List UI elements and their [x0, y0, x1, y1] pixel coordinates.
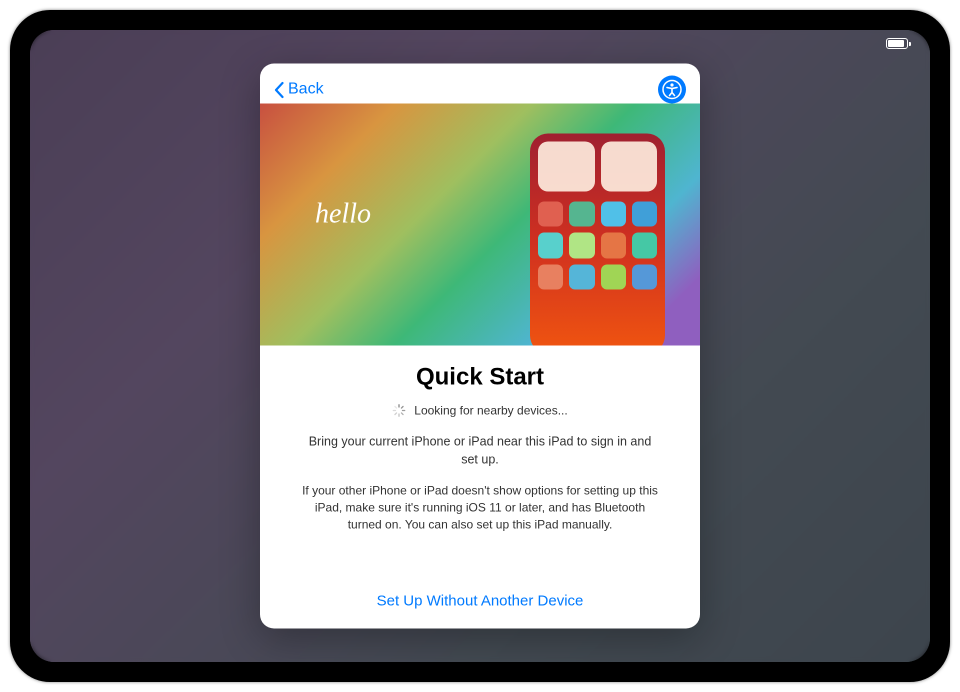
ipad-screen: Back hello — [30, 30, 930, 662]
hello-text: hello — [315, 199, 371, 231]
phone-widget — [601, 142, 658, 192]
phone-widget — [538, 142, 595, 192]
phone-app-grid — [538, 202, 657, 290]
info-text: If your other iPhone or iPad doesn't sho… — [300, 483, 660, 533]
description-text: Bring your current iPhone or iPad near t… — [300, 434, 660, 469]
quickstart-modal: Back hello — [260, 64, 700, 629]
searching-status: Looking for nearby devices... — [392, 404, 567, 418]
phone-app-icon — [569, 264, 594, 289]
modal-footer: Set Up Without Another Device — [260, 575, 700, 629]
page-title: Quick Start — [416, 364, 544, 392]
phone-app-icon — [601, 264, 626, 289]
phone-app-icon — [538, 202, 563, 227]
phone-app-icon — [569, 233, 594, 258]
accessibility-button[interactable] — [658, 76, 686, 104]
accessibility-icon — [662, 80, 682, 100]
phone-app-icon — [632, 264, 657, 289]
modal-content: Quick Start — [260, 346, 700, 575]
setup-without-device-button[interactable]: Set Up Without Another Device — [377, 593, 584, 610]
battery-icon — [886, 38, 908, 49]
ipad-device-frame: Back hello — [10, 10, 950, 682]
phone-app-icon — [538, 264, 563, 289]
phone-app-icon — [601, 202, 626, 227]
phone-app-icon — [538, 233, 563, 258]
modal-header: Back — [260, 76, 700, 104]
back-button[interactable]: Back — [274, 81, 324, 99]
chevron-left-icon — [274, 81, 284, 98]
phone-app-icon — [632, 233, 657, 258]
spinner-icon — [392, 404, 406, 418]
phone-app-icon — [632, 202, 657, 227]
back-label: Back — [288, 81, 324, 99]
status-bar — [886, 38, 908, 49]
phone-app-icon — [569, 202, 594, 227]
hero-illustration: hello — [260, 104, 700, 346]
status-text: Looking for nearby devices... — [414, 404, 567, 418]
phone-app-icon — [601, 233, 626, 258]
phone-illustration — [530, 134, 665, 346]
